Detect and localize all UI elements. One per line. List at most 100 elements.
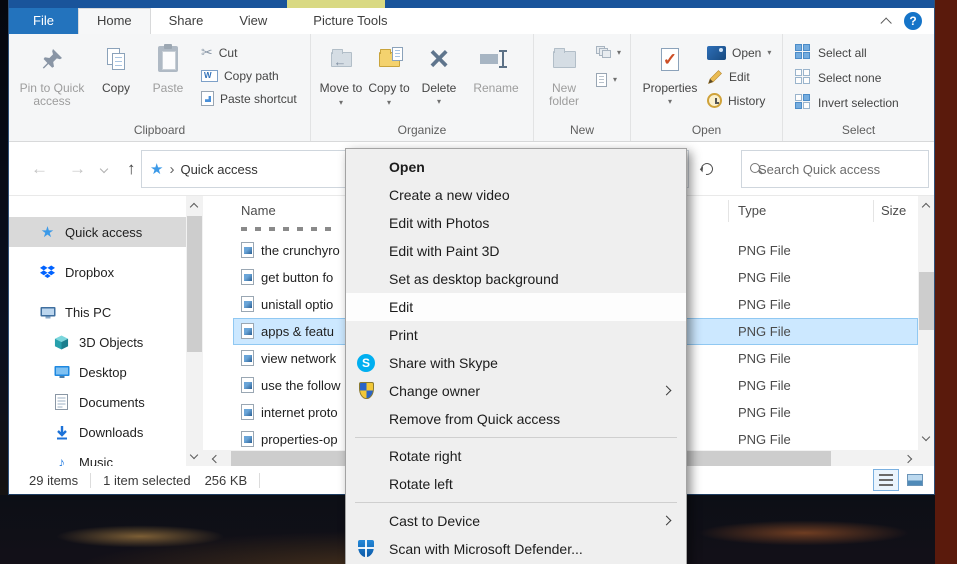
properties-label: Properties — [642, 81, 698, 95]
scroll-up-icon[interactable] — [921, 202, 931, 212]
copy-path-button[interactable]: W Copy path — [201, 66, 297, 85]
easy-access-button[interactable]: ▾ — [596, 43, 621, 62]
menu-item-edit-with-paint-3d[interactable]: Edit with Paint 3D — [346, 237, 686, 265]
desktop-wallpaper-left — [0, 0, 8, 564]
menu-item-create-a-new-video[interactable]: Create a new video — [346, 181, 686, 209]
thumbnails-view-button[interactable] — [902, 469, 928, 491]
select-none-label: Select none — [818, 70, 882, 85]
organize-group-label: Organize — [397, 123, 447, 137]
new-group-label: New — [569, 123, 594, 137]
new-folder-button[interactable]: New folder — [538, 36, 590, 123]
tab-view[interactable]: View — [221, 8, 285, 34]
menu-item-remove-from-quick-access[interactable]: Remove from Quick access — [346, 405, 686, 433]
edit-pencil-icon — [708, 69, 722, 84]
tab-home[interactable]: Home — [77, 8, 151, 34]
sidebar-item-desktop[interactable]: Desktop — [9, 357, 186, 387]
delete-caret-icon: ▾ — [436, 97, 441, 106]
pin-to-quick-access-button[interactable]: Pin to Quick access — [13, 36, 91, 123]
breadcrumb-chevron-icon[interactable]: › — [169, 161, 174, 178]
open-button[interactable]: Open ▾ — [707, 43, 771, 62]
menu-item-edit-with-photos[interactable]: Edit with Photos — [346, 209, 686, 237]
scroll-down-icon[interactable] — [189, 450, 199, 460]
scroll-right-icon[interactable] — [903, 454, 913, 464]
move-to-button[interactable]: ← Move to ▾ — [317, 36, 365, 123]
copy-to-button[interactable]: Copy to ▾ — [365, 36, 413, 123]
tab-picture-tools[interactable]: Picture Tools — [295, 8, 405, 34]
menu-item-rotate-left[interactable]: Rotate left — [346, 470, 686, 498]
select-none-button[interactable]: Select none — [795, 68, 899, 87]
paste-shortcut-icon — [201, 91, 214, 106]
edit-button[interactable]: Edit — [707, 67, 771, 86]
paste-shortcut-button[interactable]: Paste shortcut — [201, 89, 297, 108]
move-to-label: Move to — [319, 81, 363, 95]
invert-selection-button[interactable]: Invert selection — [795, 93, 899, 112]
minimize-ribbon-icon[interactable] — [880, 17, 892, 29]
copy-button[interactable]: Copy — [91, 36, 141, 123]
sidebar-item-dropbox[interactable]: Dropbox — [9, 257, 186, 287]
dropbox-icon — [39, 264, 56, 280]
file-list-vertical-scrollbar[interactable] — [918, 196, 934, 450]
column-header-type[interactable]: Type — [738, 203, 766, 218]
scroll-left-icon[interactable] — [211, 454, 221, 464]
menu-item-change-owner[interactable]: Change owner — [346, 377, 686, 405]
sidebar-item-documents[interactable]: Documents — [9, 387, 186, 417]
rename-button[interactable]: Rename — [465, 36, 527, 123]
menu-item-scan-with-microsoft-defender[interactable]: Scan with Microsoft Defender... — [346, 535, 686, 563]
breadcrumb[interactable]: Quick access — [180, 162, 257, 177]
skype-icon: S — [357, 354, 375, 372]
menu-item-cast-to-device[interactable]: Cast to Device — [346, 507, 686, 535]
details-view-icon — [879, 474, 893, 486]
image-file-icon — [241, 269, 254, 285]
history-button[interactable]: History — [707, 91, 771, 110]
picture-tools-accent-strip — [287, 0, 385, 8]
sidebar-item-this-pc[interactable]: This PC — [9, 297, 186, 327]
help-icon[interactable]: ? — [904, 12, 922, 30]
this-pc-icon — [39, 304, 56, 320]
scroll-up-icon[interactable] — [189, 202, 199, 212]
column-header-size[interactable]: Size — [881, 203, 906, 218]
copy-path-icon: W — [201, 69, 218, 82]
paste-button[interactable]: Paste — [141, 36, 195, 123]
scrollbar-thumb[interactable] — [919, 272, 934, 330]
paste-icon — [158, 44, 178, 72]
menu-item-print[interactable]: Print — [346, 321, 686, 349]
column-header-name[interactable]: Name — [241, 203, 276, 218]
forward-button[interactable]: → — [69, 142, 86, 196]
menu-item-rotate-right[interactable]: Rotate right — [346, 442, 686, 470]
new-folder-icon — [552, 47, 576, 68]
sidebar-item-label: 3D Objects — [79, 334, 144, 350]
delete-button[interactable]: × Delete ▾ — [413, 36, 465, 123]
new-item-button[interactable]: ▾ — [596, 70, 621, 89]
search-input[interactable] — [758, 161, 934, 177]
tab-share[interactable]: Share — [151, 8, 222, 34]
ribbon: Pin to Quick access Copy Paste ✂ Cut W C… — [9, 34, 934, 142]
back-button[interactable]: ← — [31, 142, 48, 196]
cut-button[interactable]: ✂ Cut — [201, 43, 297, 62]
menu-item-share-with-skype[interactable]: S Share with Skype — [346, 349, 686, 377]
properties-button[interactable]: ✓ Properties ▾ — [639, 36, 701, 123]
menu-item-edit[interactable]: Edit — [346, 293, 686, 321]
select-all-button[interactable]: Select all — [795, 43, 899, 62]
scrollbar-thumb[interactable] — [187, 216, 202, 352]
tab-file[interactable]: File — [9, 8, 78, 34]
history-icon — [707, 93, 722, 108]
menu-item-set-as-desktop-background[interactable]: Set as desktop background — [346, 265, 686, 293]
sidebar-item-music[interactable]: ♪ Music — [9, 447, 186, 467]
copy-icon — [106, 47, 126, 71]
rename-icon — [480, 49, 512, 69]
paste-shortcut-label: Paste shortcut — [220, 91, 297, 106]
recent-locations-dropdown[interactable] — [99, 142, 109, 196]
status-divider — [90, 472, 92, 488]
image-file-icon — [241, 350, 254, 366]
select-group-label: Select — [841, 123, 876, 137]
sidebar-item-quick-access[interactable]: ★ Quick access — [9, 217, 186, 247]
image-file-icon — [241, 431, 254, 447]
menu-item-open[interactable]: Open — [346, 153, 686, 181]
sidebar-item-downloads[interactable]: Downloads — [9, 417, 186, 447]
sidebar-item-3d-objects[interactable]: 3D Objects — [9, 327, 186, 357]
up-button[interactable]: ↑ — [127, 142, 136, 196]
details-view-button[interactable] — [873, 469, 899, 491]
scroll-down-icon[interactable] — [921, 432, 931, 442]
refresh-button[interactable] — [698, 160, 716, 178]
sidebar-scrollbar[interactable] — [186, 196, 203, 467]
